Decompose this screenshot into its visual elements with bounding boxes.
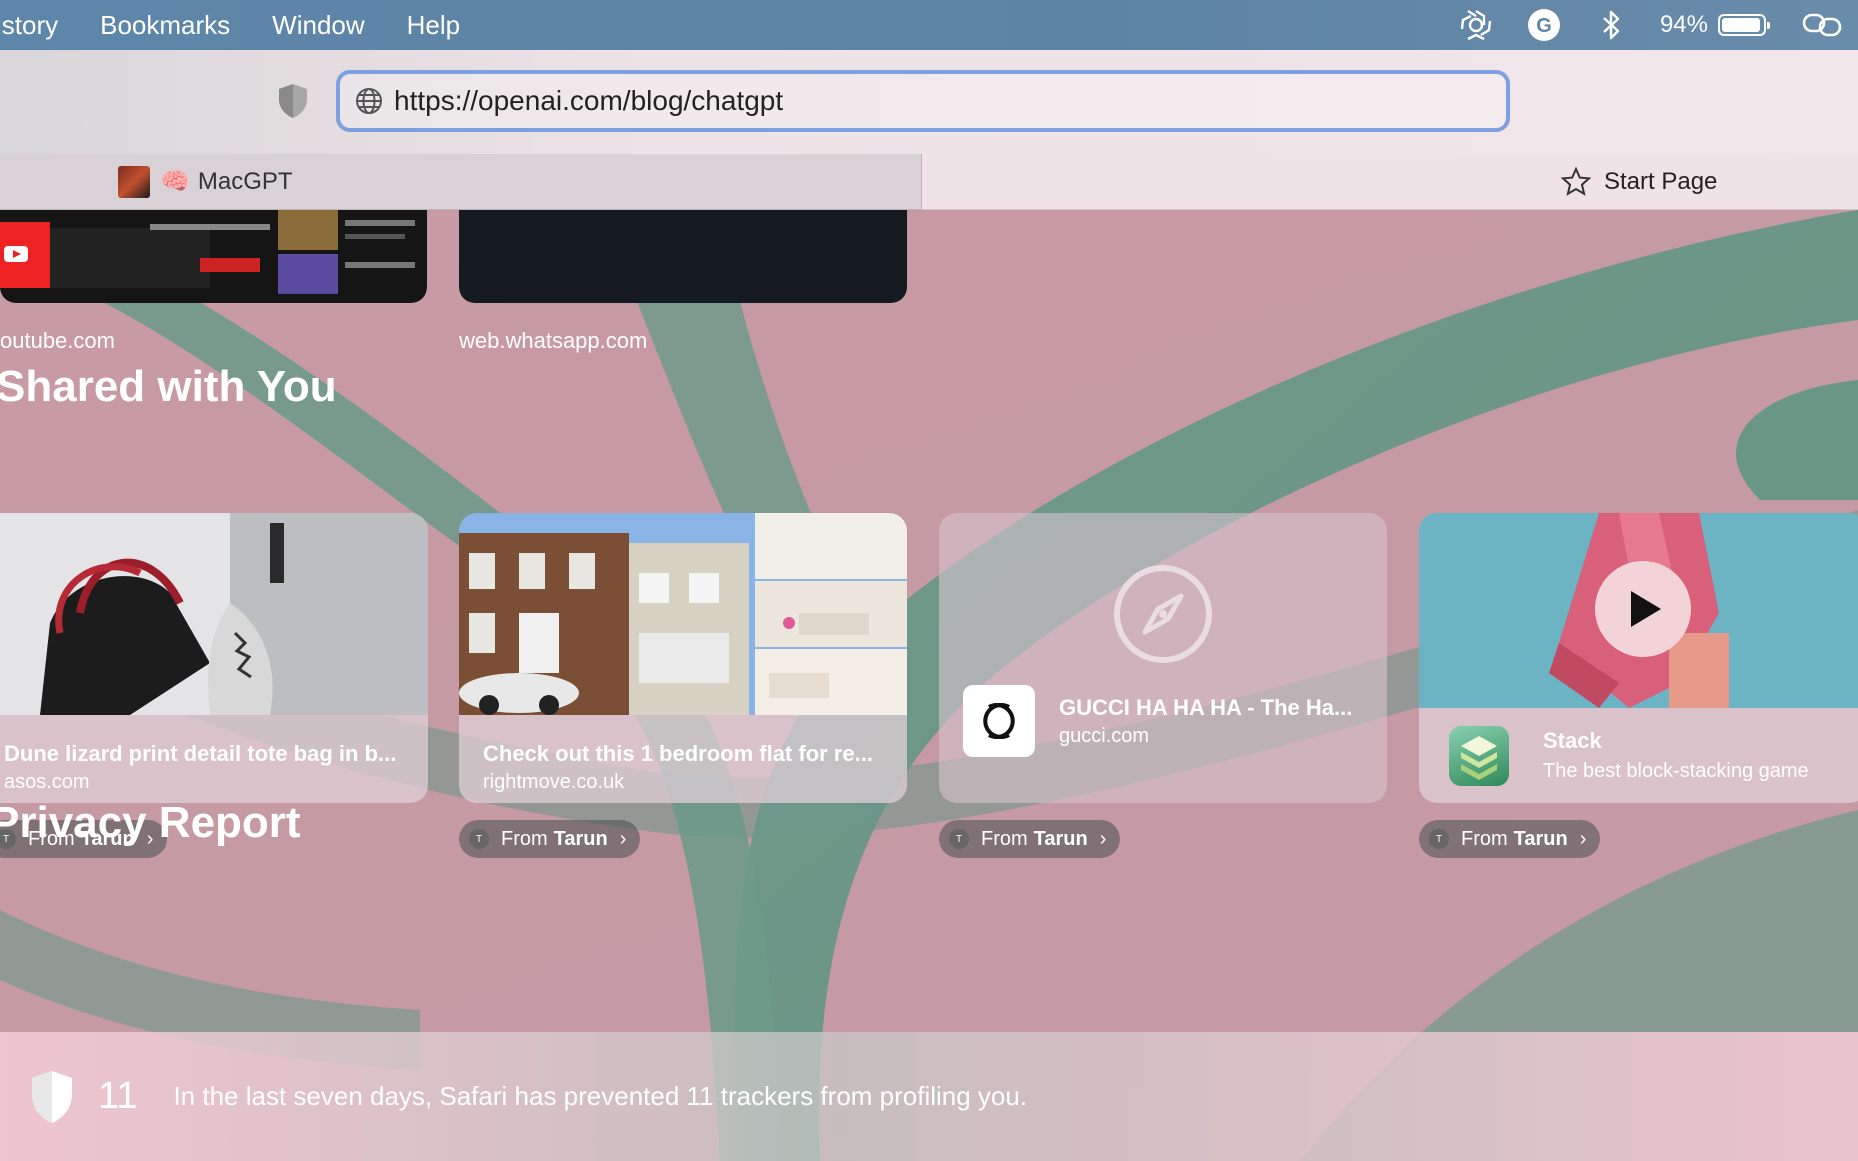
browser-toolbar — [0, 50, 1858, 154]
chevron-right-icon: › — [619, 827, 627, 850]
bluetooth-icon[interactable] — [1592, 5, 1632, 45]
favorite-thumbnail-whatsapp[interactable] — [459, 210, 907, 303]
privacy-shield-icon[interactable] — [276, 82, 310, 120]
card-info: Stack The best block-stacking game — [1419, 708, 1858, 803]
tab-favicon — [118, 165, 150, 198]
tab-start-page[interactable]: Start Page — [1560, 154, 1717, 210]
card-title: Stack — [1543, 728, 1602, 753]
gucci-logo-icon — [963, 685, 1035, 757]
url-input[interactable] — [394, 85, 1474, 117]
card-site: rightmove.co.uk — [483, 771, 625, 793]
tab-macgpt[interactable]: 🧠 MacGPT — [0, 154, 922, 210]
from-tarun-pill[interactable]: T From Tarun › — [1419, 820, 1601, 858]
address-bar[interactable] — [336, 70, 1510, 132]
avatar: T — [469, 829, 489, 849]
section-title-privacy: Privacy Report — [0, 798, 301, 847]
compass-icon — [1114, 565, 1212, 663]
privacy-message: In the last seven days, Safari has preve… — [173, 1081, 1028, 1111]
menu-bookmarks[interactable]: Bookmarks — [100, 10, 230, 41]
tab-title: Start Page — [1604, 168, 1718, 195]
avatar: T — [1429, 829, 1449, 849]
menu-window[interactable]: Window — [272, 10, 364, 41]
shared-card-asos[interactable]: Dune lizard print detail tote bag in b..… — [0, 513, 428, 803]
card-site: The best block-stacking game — [1543, 760, 1809, 782]
menu-history[interactable]: istory — [0, 10, 58, 41]
battery-percent: 94% — [1659, 11, 1708, 38]
card-info: GUCCI HA HA HA - The Ha... gucci.com — [939, 685, 1387, 803]
chevron-right-icon: › — [1099, 827, 1107, 850]
section-title-shared: Shared with You — [0, 362, 337, 411]
star-icon — [1560, 166, 1592, 198]
card-image — [459, 513, 907, 715]
tab-bar: 🧠 MacGPT Start Page — [0, 154, 1858, 210]
card-title: Dune lizard print detail tote bag in b..… — [4, 741, 397, 766]
favorite-label[interactable]: web.whatsapp.com — [459, 328, 647, 354]
chevron-right-icon: › — [1579, 827, 1587, 850]
shared-card-stack[interactable]: Stack The best block-stacking game — [1419, 513, 1858, 803]
card-title: Check out this 1 bedroom flat for re... — [483, 741, 873, 766]
shared-card-rightmove[interactable]: Check out this 1 bedroom flat for re... … — [459, 513, 907, 803]
favorite-label[interactable]: outube.com — [0, 328, 115, 354]
tab-title: MacGPT — [197, 167, 293, 195]
from-tarun-pill[interactable]: T From Tarun › — [459, 820, 641, 858]
card-info: Dune lizard print detail tote bag in b..… — [0, 715, 428, 803]
battery-icon[interactable] — [1718, 14, 1770, 36]
tracker-count: 11 — [98, 1075, 138, 1117]
from-tarun-pill[interactable]: T From Tarun › — [939, 820, 1121, 858]
card-image — [1419, 513, 1858, 708]
card-title: GUCCI HA HA HA - The Ha... — [1059, 695, 1353, 720]
card-image — [0, 513, 428, 715]
favorite-thumbnail-youtube[interactable] — [0, 210, 427, 303]
shield-icon — [28, 1069, 76, 1125]
shared-card-gucci[interactable]: GUCCI HA HA HA - The Ha... gucci.com — [939, 513, 1387, 803]
chatgpt-icon[interactable] — [1456, 5, 1496, 45]
globe-icon — [354, 86, 384, 116]
stack-app-icon — [1449, 726, 1509, 786]
brain-icon: 🧠 — [160, 168, 190, 195]
grammarly-icon[interactable]: G — [1524, 5, 1564, 45]
card-info: Check out this 1 bedroom flat for re... … — [459, 715, 907, 803]
card-site: asos.com — [4, 771, 90, 793]
avatar: T — [949, 829, 969, 849]
screen-mirroring-icon[interactable] — [1802, 5, 1842, 45]
menu-bar: istory Bookmarks Window Help G 94% — [0, 0, 1858, 50]
menu-help[interactable]: Help — [407, 10, 460, 41]
status-area: G 94% — [1456, 0, 1858, 50]
start-page: outube.com web.whatsapp.com Shared with … — [0, 210, 1858, 1161]
card-site: gucci.com — [1059, 725, 1150, 747]
svg-text:G: G — [1536, 15, 1552, 37]
privacy-report-banner[interactable]: 11 In the last seven days, Safari has pr… — [0, 1032, 1858, 1161]
